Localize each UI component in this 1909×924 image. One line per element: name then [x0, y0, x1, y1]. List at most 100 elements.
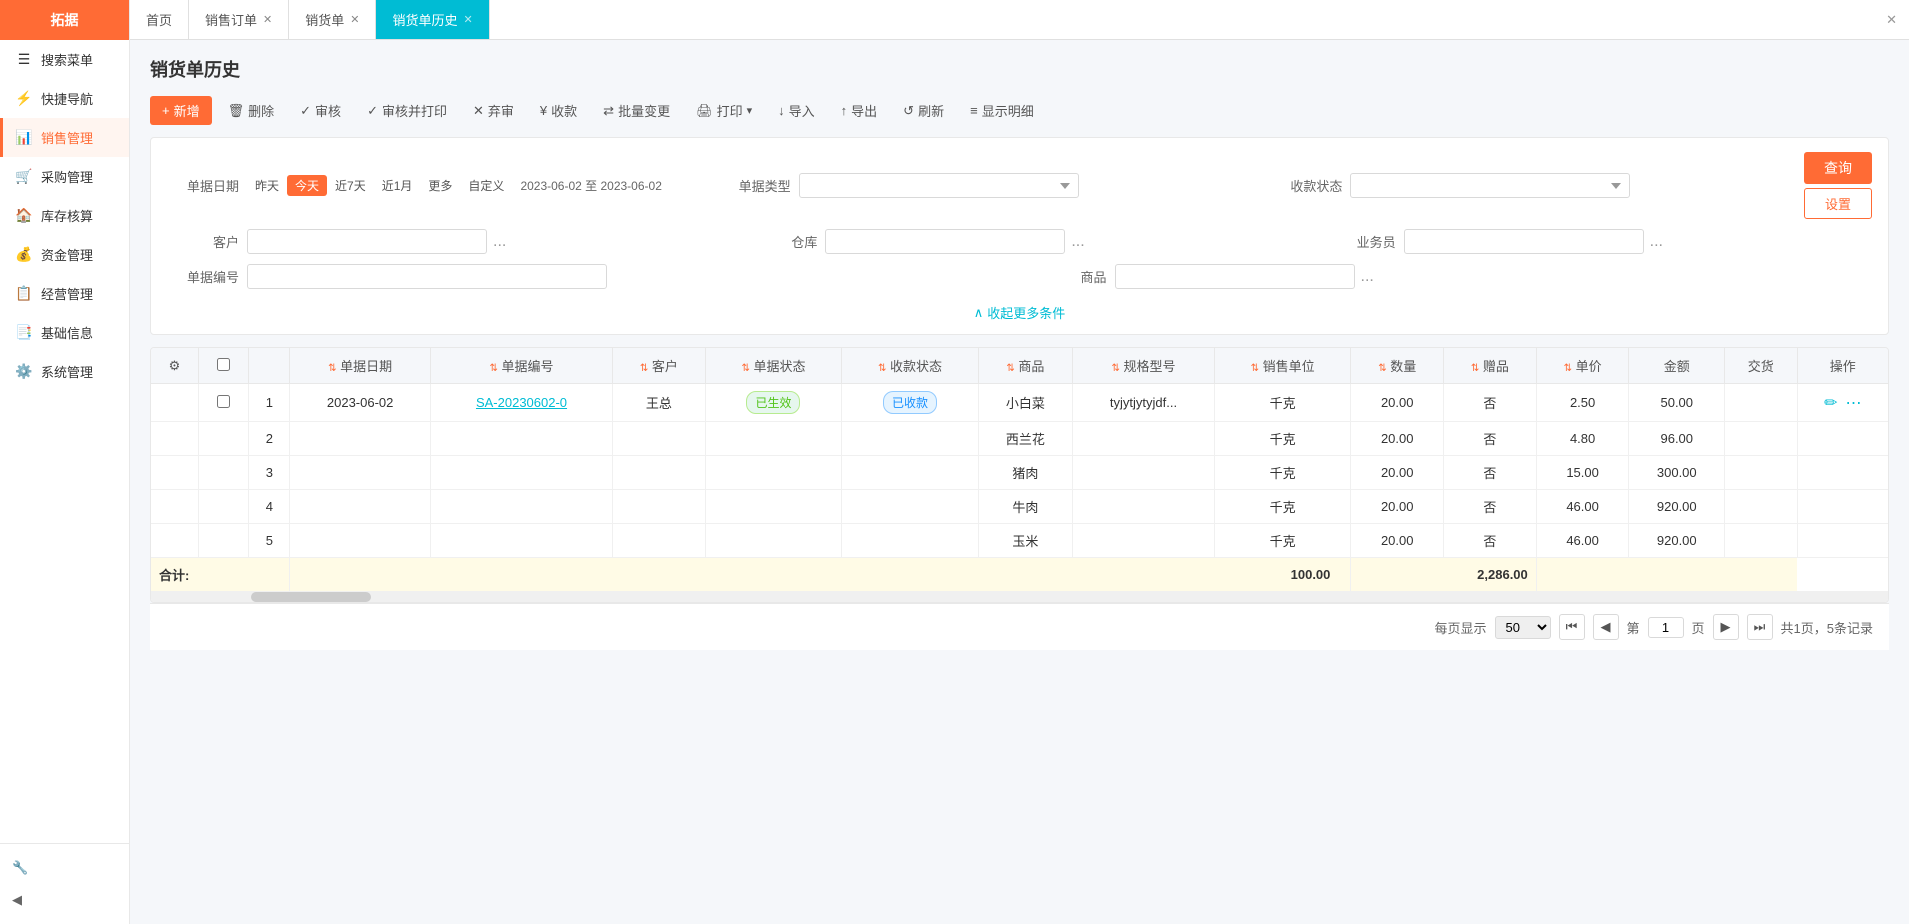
- row5-settings: [151, 524, 198, 558]
- print-button[interactable]: 🖨 打印: [686, 96, 762, 125]
- row2-product: 西兰花: [978, 422, 1072, 456]
- sidebar-bottom-collapse[interactable]: ◀: [0, 884, 129, 916]
- payment-status-select[interactable]: [1350, 173, 1630, 198]
- col-product[interactable]: ⇅ 商品: [978, 348, 1072, 384]
- query-button[interactable]: 查询: [1804, 152, 1872, 184]
- sidebar-item-operations-mgmt[interactable]: 📋 经营管理: [0, 274, 129, 313]
- product-dots[interactable]: ...: [1355, 268, 1380, 286]
- doc-number-input[interactable]: [247, 264, 607, 289]
- tab-sales-delivery[interactable]: 销货单 ✕: [289, 0, 376, 39]
- row5-doc-date: [290, 524, 431, 558]
- sidebar-item-label: 库存核算: [41, 206, 93, 225]
- page-size-select[interactable]: 10 20 50 100: [1495, 616, 1551, 639]
- next-page-button[interactable]: ▶: [1713, 614, 1739, 640]
- tab-sales-delivery-close[interactable]: ✕: [350, 13, 359, 26]
- purchase-mgmt-icon: 🛒: [15, 168, 33, 185]
- refresh-icon: ↺: [903, 103, 914, 119]
- sidebar-item-system-mgmt[interactable]: ⚙️ 系统管理: [0, 352, 129, 391]
- tab-sales-history[interactable]: 销货单历史 ✕: [376, 0, 489, 39]
- export-button[interactable]: ↑ 导出: [831, 96, 888, 125]
- doc-type-select[interactable]: [799, 173, 1079, 198]
- import-button[interactable]: ↓ 导入: [768, 96, 825, 125]
- col-gift[interactable]: ⇅ 赠品: [1444, 348, 1537, 384]
- tab-sales-order-close[interactable]: ✕: [263, 13, 272, 26]
- warehouse-dots[interactable]: ...: [1065, 233, 1090, 251]
- biz-rep-label: 业务员: [1324, 232, 1404, 251]
- sidebar-item-quick-nav[interactable]: ⚡ 快捷导航: [0, 79, 129, 118]
- row3-doc-date: [290, 456, 431, 490]
- row2-doc-status: [705, 422, 841, 456]
- row1-doc-status-badge: 已生效: [746, 391, 800, 414]
- col-checkbox[interactable]: [198, 348, 249, 384]
- collapse-button[interactable]: ∧ 收起更多条件: [167, 299, 1872, 326]
- sidebar-item-label: 搜索菜单: [41, 50, 93, 69]
- col-doc-status[interactable]: ⇅ 单据状态: [705, 348, 841, 384]
- page-number-input[interactable]: [1648, 617, 1684, 638]
- biz-rep-input[interactable]: [1404, 229, 1644, 254]
- date-btn-more[interactable]: 更多: [420, 175, 460, 196]
- first-page-button[interactable]: ⏮: [1559, 614, 1585, 640]
- customer-dots[interactable]: ...: [487, 233, 512, 251]
- delete-button[interactable]: 🗑 删除: [218, 96, 285, 125]
- row3-checkbox[interactable]: [198, 456, 249, 490]
- scroll-thumb[interactable]: [251, 592, 371, 602]
- sidebar-item-purchase-mgmt[interactable]: 🛒 采购管理: [0, 157, 129, 196]
- sidebar-item-finance-mgmt[interactable]: 💰 资金管理: [0, 235, 129, 274]
- tab-home[interactable]: 首页: [130, 0, 189, 39]
- collect-button[interactable]: ¥ 收款: [530, 96, 587, 125]
- col-payment-status[interactable]: ⇅ 收款状态: [842, 348, 978, 384]
- row1-edit-icon[interactable]: ✏: [1824, 393, 1837, 413]
- window-close-button[interactable]: ✕: [1874, 0, 1909, 39]
- row1-check[interactable]: [217, 395, 230, 408]
- collapse-icon: ◀: [12, 892, 22, 908]
- batch-change-button[interactable]: ⇄ 批量变更: [593, 96, 680, 125]
- tab-sales-history-close[interactable]: ✕: [464, 13, 473, 26]
- col-settings[interactable]: ⚙: [151, 348, 198, 384]
- search-menu-icon: ☰: [15, 51, 33, 68]
- row1-checkbox[interactable]: [198, 384, 249, 422]
- select-all-checkbox[interactable]: [217, 358, 230, 371]
- sidebar-bottom-settings[interactable]: 🔧: [0, 852, 129, 884]
- date-btn-custom[interactable]: 自定义: [460, 175, 512, 196]
- row1-doc-number-link[interactable]: SA-20230602-0: [476, 395, 567, 410]
- abandon-button[interactable]: ✕ 弃审: [463, 96, 524, 125]
- biz-rep-dots[interactable]: ...: [1644, 233, 1669, 251]
- row4-spec-type: [1073, 490, 1215, 524]
- col-doc-number[interactable]: ⇅ 单据编号: [430, 348, 612, 384]
- row1-more-icon[interactable]: ⋯: [1845, 393, 1861, 413]
- horizontal-scrollbar[interactable]: [151, 592, 1888, 602]
- warehouse-input[interactable]: [825, 229, 1065, 254]
- refresh-button[interactable]: ↺ 刷新: [893, 96, 954, 125]
- row4-checkbox[interactable]: [198, 490, 249, 524]
- row5-checkbox[interactable]: [198, 524, 249, 558]
- audit-print-button[interactable]: ✓ 审核并打印: [357, 96, 457, 125]
- sidebar-item-search-menu[interactable]: ☰ 搜索菜单: [0, 40, 129, 79]
- last-page-button[interactable]: ⏭: [1747, 614, 1773, 640]
- product-input[interactable]: [1115, 264, 1355, 289]
- date-btn-today[interactable]: 今天: [287, 175, 327, 196]
- row1-doc-number: SA-20230602-0: [430, 384, 612, 422]
- sidebar-item-basic-info[interactable]: 📑 基础信息: [0, 313, 129, 352]
- date-btn-7days[interactable]: 近7天: [327, 175, 374, 196]
- new-button[interactable]: + 新增: [150, 96, 212, 125]
- date-btn-yesterday[interactable]: 昨天: [247, 175, 287, 196]
- col-spec-type[interactable]: ⇅ 规格型号: [1073, 348, 1215, 384]
- col-unit-price[interactable]: ⇅ 单价: [1536, 348, 1629, 384]
- basic-info-icon: 📑: [15, 324, 33, 341]
- sidebar-item-sales-mgmt[interactable]: 📊 销售管理: [0, 118, 129, 157]
- prev-page-button[interactable]: ◀: [1593, 614, 1619, 640]
- sidebar-item-inventory[interactable]: 🏠 库存核算: [0, 196, 129, 235]
- audit-button[interactable]: ✓ 审核: [290, 96, 351, 125]
- customer-input[interactable]: [247, 229, 487, 254]
- col-doc-date[interactable]: ⇅ 单据日期: [290, 348, 431, 384]
- tab-sales-order[interactable]: 销售订单 ✕: [189, 0, 289, 39]
- row2-doc-date: [290, 422, 431, 456]
- date-btn-1month[interactable]: 近1月: [374, 175, 421, 196]
- col-sales-unit[interactable]: ⇅ 销售单位: [1214, 348, 1350, 384]
- col-customer[interactable]: ⇅ 客户: [613, 348, 706, 384]
- row2-checkbox[interactable]: [198, 422, 249, 456]
- settings-button[interactable]: 设置: [1804, 188, 1872, 219]
- tab-sales-history-label: 销货单历史: [392, 10, 457, 29]
- col-quantity[interactable]: ⇅ 数量: [1351, 348, 1444, 384]
- show-detail-button[interactable]: ≡ 显示明细: [960, 96, 1044, 125]
